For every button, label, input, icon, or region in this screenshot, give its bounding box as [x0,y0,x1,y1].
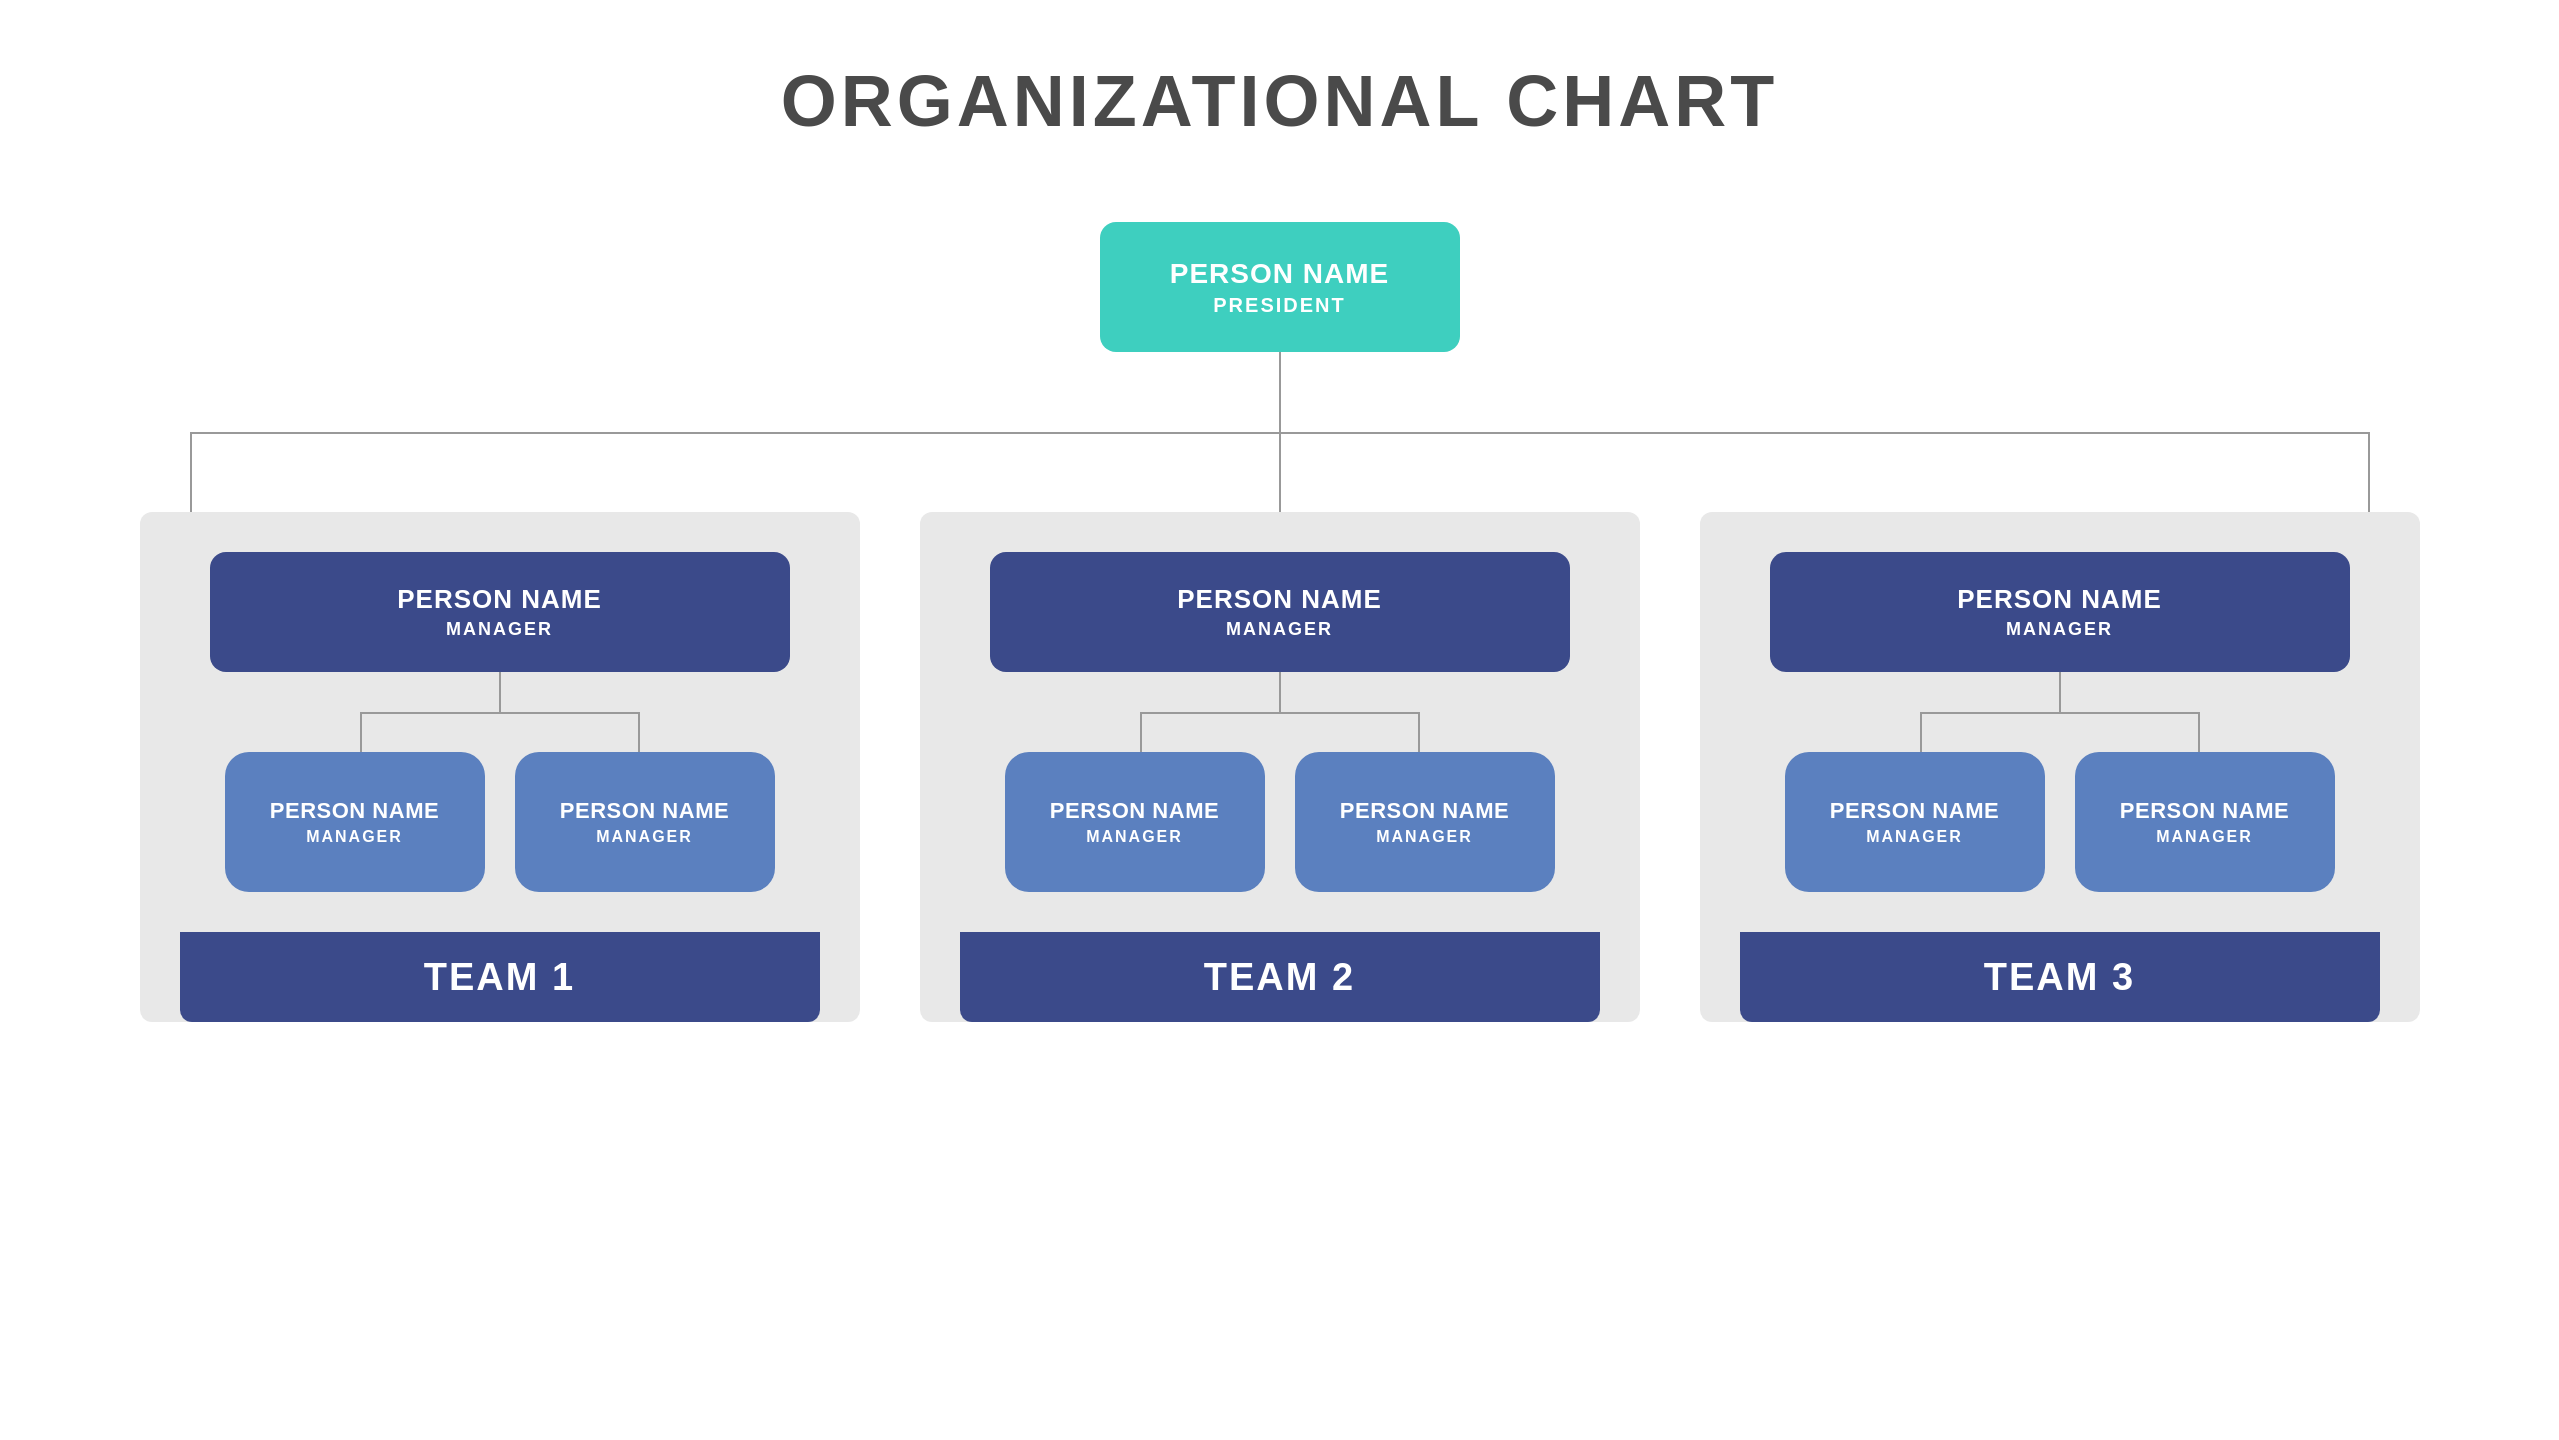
team2-manager-role: MANAGER [1226,619,1333,640]
team3-sub-connector [1740,672,2380,752]
team2-sub1-role: MANAGER [1086,828,1183,846]
top-v-drops [190,432,2370,512]
team1-sub-v-left [360,712,362,752]
team3-sub2-node: PERSON NAME MANAGER [2075,752,2335,892]
teams-row: PERSON NAME MANAGER PERSON NAME MANAGER … [130,512,2430,1022]
team3-sub-v-line [2059,672,2061,712]
top-h-connector-wrapper [130,432,2430,512]
team2-sub-v-line [1279,672,1281,712]
team1-sub1-node: PERSON NAME MANAGER [225,752,485,892]
team3-manager-name: PERSON NAME [1957,584,2162,615]
team2-sub1-node: PERSON NAME MANAGER [1005,752,1265,892]
team1-manager-role: MANAGER [446,619,553,640]
team3-sub-h-line [1920,712,2200,714]
org-chart: PERSON NAME PRESIDENT PERSON NAME MANAGE… [0,222,2559,1022]
team2-manager-node: PERSON NAME MANAGER [990,552,1570,672]
team1-manager-node: PERSON NAME MANAGER [210,552,790,672]
team3-sub2-name: PERSON NAME [2120,798,2289,824]
v-drop-team3 [2368,432,2370,512]
president-connector-vertical [1279,352,1281,432]
team2-sub-connector [960,672,1600,752]
team1-sub2-name: PERSON NAME [560,798,729,824]
team2-sub1-name: PERSON NAME [1050,798,1219,824]
president-name: PERSON NAME [1170,258,1389,290]
team2-sub2-role: MANAGER [1376,828,1473,846]
team3-sub1-role: MANAGER [1866,828,1963,846]
team-panel-1: PERSON NAME MANAGER PERSON NAME MANAGER … [140,512,860,1022]
team2-sub-managers: PERSON NAME MANAGER PERSON NAME MANAGER [1005,752,1555,892]
team1-sub-managers: PERSON NAME MANAGER PERSON NAME MANAGER [225,752,775,892]
team3-sub1-name: PERSON NAME [1830,798,1999,824]
team2-sub2-name: PERSON NAME [1340,798,1509,824]
v-drop-team2 [1279,432,1281,512]
president-role: PRESIDENT [1213,294,1345,317]
team1-sub2-node: PERSON NAME MANAGER [515,752,775,892]
team3-sub1-node: PERSON NAME MANAGER [1785,752,2045,892]
team3-sub-v-right [2198,712,2200,752]
team3-sub2-role: MANAGER [2156,828,2253,846]
team2-sub-v-left [1140,712,1142,752]
team2-sub2-node: PERSON NAME MANAGER [1295,752,1555,892]
v-drop-team1 [190,432,192,512]
team1-sub-connector [180,672,820,752]
team2-sub-h-line [1140,712,1420,714]
team-panel-2: PERSON NAME MANAGER PERSON NAME MANAGER … [920,512,1640,1022]
team1-sub1-role: MANAGER [306,828,403,846]
team1-sub1-name: PERSON NAME [270,798,439,824]
team2-manager-name: PERSON NAME [1177,584,1382,615]
team3-label: TEAM 3 [1740,932,2380,1022]
team2-sub-v-right [1418,712,1420,752]
team3-manager-role: MANAGER [2006,619,2113,640]
team2-label: TEAM 2 [960,932,1600,1022]
team1-sub-h-line [360,712,640,714]
team1-sub-v-line [499,672,501,712]
team3-manager-node: PERSON NAME MANAGER [1770,552,2350,672]
team3-sub-managers: PERSON NAME MANAGER PERSON NAME MANAGER [1785,752,2335,892]
team-panel-3: PERSON NAME MANAGER PERSON NAME MANAGER … [1700,512,2420,1022]
team1-sub-v-right [638,712,640,752]
team1-label: TEAM 1 [180,932,820,1022]
team1-sub2-role: MANAGER [596,828,693,846]
team3-sub-v-left [1920,712,1922,752]
page-title: ORGANIZATIONAL CHART [781,60,1778,142]
president-node: PERSON NAME PRESIDENT [1100,222,1460,352]
team1-manager-name: PERSON NAME [397,584,602,615]
